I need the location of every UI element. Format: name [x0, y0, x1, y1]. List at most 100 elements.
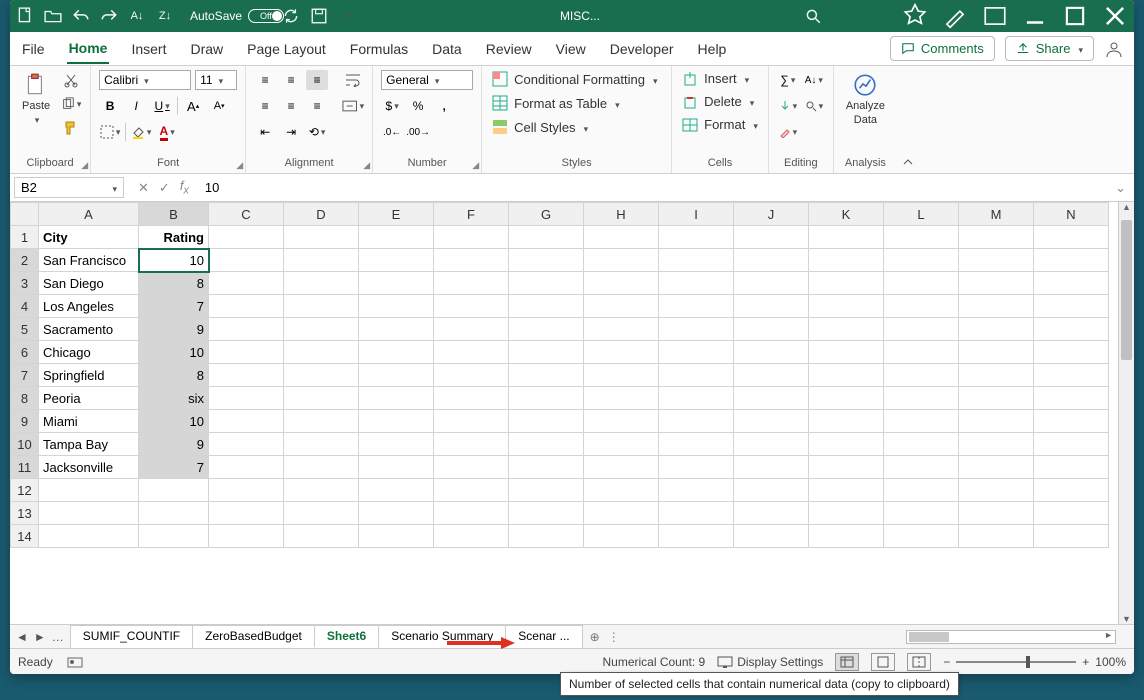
- cell[interactable]: [734, 249, 809, 272]
- cell[interactable]: [734, 272, 809, 295]
- cell[interactable]: [284, 295, 359, 318]
- search-icon[interactable]: [804, 7, 822, 25]
- clear-icon[interactable]: [777, 122, 799, 142]
- cell[interactable]: [139, 479, 209, 502]
- increase-indent-icon[interactable]: ⇥: [280, 122, 302, 142]
- cell[interactable]: [959, 295, 1034, 318]
- column-header[interactable]: A: [39, 203, 139, 226]
- cell[interactable]: [584, 456, 659, 479]
- cell[interactable]: [359, 433, 434, 456]
- copy-icon[interactable]: [60, 94, 82, 114]
- cell[interactable]: [584, 479, 659, 502]
- name-box[interactable]: B2: [14, 177, 124, 198]
- cell[interactable]: [284, 410, 359, 433]
- cell[interactable]: [734, 525, 809, 548]
- cell[interactable]: [434, 318, 509, 341]
- tab-review[interactable]: Review: [484, 35, 534, 63]
- sort-asc-icon[interactable]: A↓: [128, 7, 146, 25]
- cell[interactable]: [509, 479, 584, 502]
- account-icon[interactable]: [1104, 39, 1124, 59]
- cell[interactable]: [734, 295, 809, 318]
- cell[interactable]: [734, 456, 809, 479]
- cell[interactable]: [284, 226, 359, 249]
- paste-button[interactable]: Paste: [18, 70, 54, 128]
- cell[interactable]: [284, 387, 359, 410]
- decrease-indent-icon[interactable]: ⇤: [254, 122, 276, 142]
- cell[interactable]: [809, 272, 884, 295]
- cell[interactable]: Rating: [139, 226, 209, 249]
- column-header[interactable]: B: [139, 203, 209, 226]
- cell[interactable]: [284, 525, 359, 548]
- row-header[interactable]: 3: [11, 272, 39, 295]
- cell[interactable]: [1034, 456, 1109, 479]
- cell[interactable]: [1034, 341, 1109, 364]
- cell[interactable]: [139, 525, 209, 548]
- cell[interactable]: [584, 364, 659, 387]
- cell[interactable]: [884, 525, 959, 548]
- cell[interactable]: [809, 479, 884, 502]
- sort-desc-icon[interactable]: Z↓: [156, 7, 174, 25]
- cell[interactable]: [884, 502, 959, 525]
- cell[interactable]: [1034, 318, 1109, 341]
- cell[interactable]: Tampa Bay: [39, 433, 139, 456]
- page-layout-view-icon[interactable]: [871, 653, 895, 671]
- column-header[interactable]: I: [659, 203, 734, 226]
- percent-icon[interactable]: %: [407, 96, 429, 116]
- analyze-data-button[interactable]: Analyze Data: [842, 70, 889, 128]
- coming-soon-icon[interactable]: [942, 3, 968, 29]
- cell[interactable]: [359, 318, 434, 341]
- cell[interactable]: [734, 318, 809, 341]
- alignment-launcher-icon[interactable]: ◢: [363, 160, 370, 171]
- cell[interactable]: [584, 525, 659, 548]
- cell[interactable]: [1034, 364, 1109, 387]
- autosum-icon[interactable]: ∑: [777, 70, 799, 90]
- cell[interactable]: [509, 433, 584, 456]
- conditional-formatting-button[interactable]: Conditional Formatting: [490, 70, 659, 88]
- cell[interactable]: [359, 502, 434, 525]
- cell[interactable]: [884, 272, 959, 295]
- row-header[interactable]: 5: [11, 318, 39, 341]
- cell[interactable]: [509, 318, 584, 341]
- format-cells-button[interactable]: Format: [680, 116, 760, 133]
- number-format-dropdown[interactable]: General: [381, 70, 473, 90]
- display-settings-button[interactable]: Display Settings: [717, 655, 823, 669]
- cell[interactable]: 9: [139, 318, 209, 341]
- insert-cells-button[interactable]: Insert: [680, 70, 751, 87]
- column-header[interactable]: G: [509, 203, 584, 226]
- sheet-nav-prev-icon[interactable]: ◄: [16, 630, 28, 644]
- currency-icon[interactable]: $: [381, 96, 403, 116]
- ribbon-mode-icon[interactable]: [982, 3, 1008, 29]
- cell[interactable]: [884, 433, 959, 456]
- cell[interactable]: [359, 479, 434, 502]
- cell[interactable]: [509, 249, 584, 272]
- row-header[interactable]: 7: [11, 364, 39, 387]
- cell[interactable]: [434, 387, 509, 410]
- cell[interactable]: [359, 341, 434, 364]
- row-header[interactable]: 1: [11, 226, 39, 249]
- cell[interactable]: [39, 525, 139, 548]
- number-launcher-icon[interactable]: ◢: [472, 160, 479, 171]
- format-as-table-button[interactable]: Format as Table: [490, 94, 622, 112]
- cell[interactable]: [959, 456, 1034, 479]
- autosave-toggle[interactable]: AutoSave Off: [190, 9, 272, 23]
- cell[interactable]: [659, 249, 734, 272]
- bold-button[interactable]: B: [99, 96, 121, 116]
- new-file-icon[interactable]: [16, 7, 34, 25]
- maximize-icon[interactable]: [1062, 3, 1088, 29]
- cell[interactable]: [209, 272, 284, 295]
- cell[interactable]: [209, 456, 284, 479]
- cell[interactable]: [209, 387, 284, 410]
- close-icon[interactable]: [1102, 3, 1128, 29]
- cell[interactable]: [659, 479, 734, 502]
- cell-styles-button[interactable]: Cell Styles: [490, 118, 590, 136]
- cell[interactable]: [209, 433, 284, 456]
- column-header[interactable]: C: [209, 203, 284, 226]
- cell[interactable]: [959, 341, 1034, 364]
- tab-developer[interactable]: Developer: [608, 35, 676, 63]
- cell[interactable]: [809, 410, 884, 433]
- cell[interactable]: [359, 364, 434, 387]
- share-button[interactable]: Share: [1005, 36, 1094, 61]
- cell[interactable]: [659, 387, 734, 410]
- align-center-icon[interactable]: ≡: [280, 96, 302, 116]
- wrap-text-icon[interactable]: [342, 70, 364, 90]
